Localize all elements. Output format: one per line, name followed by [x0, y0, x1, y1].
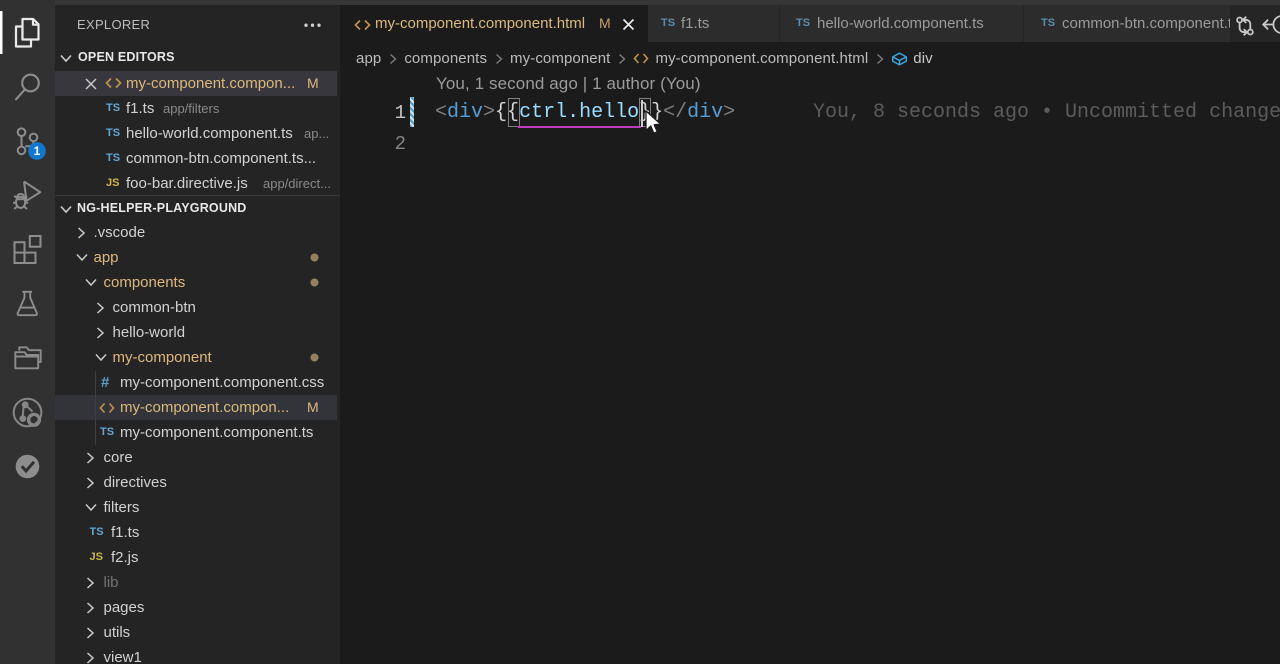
svg-text:1: 1 [34, 144, 41, 158]
